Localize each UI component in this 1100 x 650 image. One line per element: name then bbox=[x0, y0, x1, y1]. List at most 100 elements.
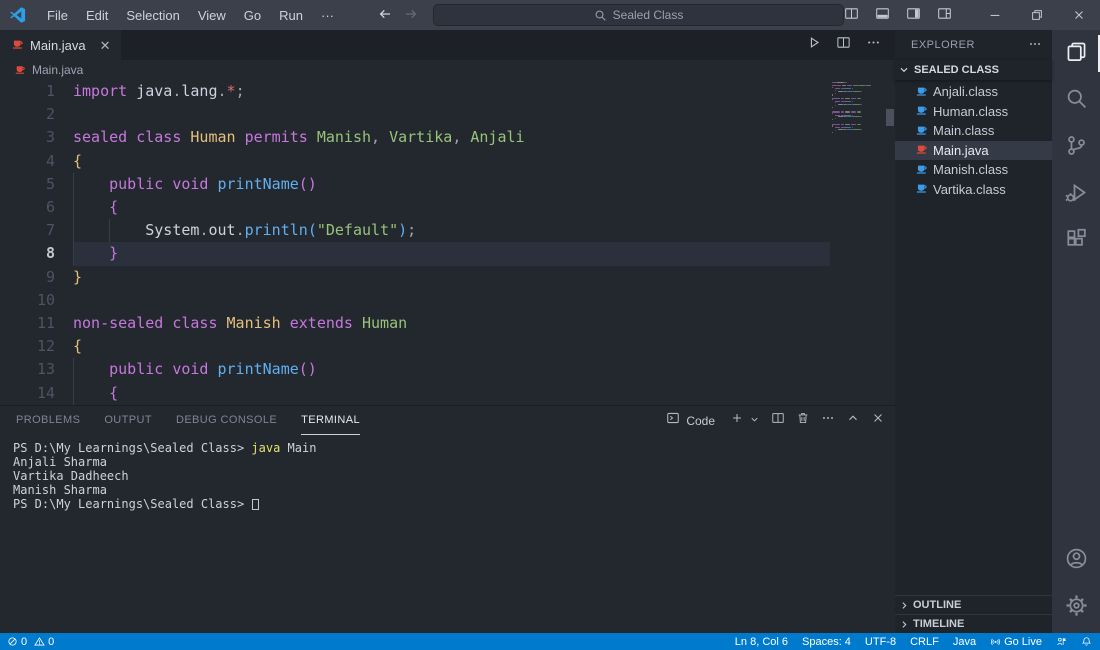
file-item-anjali-class[interactable]: Anjali.class bbox=[895, 82, 1052, 102]
settings-gear-icon bbox=[1065, 594, 1088, 622]
customize-layout-icon[interactable] bbox=[937, 6, 952, 24]
code-editor[interactable]: 1import java.lang.*;23sealed class Human… bbox=[0, 80, 895, 405]
editor-scrollbar[interactable] bbox=[885, 80, 895, 405]
menu-item-edit[interactable]: Edit bbox=[77, 4, 117, 27]
status-cursor-position[interactable]: Ln 8, Col 6 bbox=[735, 636, 788, 648]
file-item-main-java[interactable]: Main.java bbox=[895, 141, 1052, 161]
section-sealed-class[interactable]: SEALED CLASS bbox=[895, 60, 1052, 80]
status-indentation[interactable]: Spaces: 4 bbox=[802, 636, 851, 648]
panel-tab-debug-console[interactable]: DEBUG CONSOLE bbox=[176, 406, 277, 435]
activity-run-debug[interactable] bbox=[1052, 171, 1100, 218]
code-line[interactable]: 9} bbox=[0, 266, 895, 289]
code-line[interactable]: 11non-sealed class Manish extends Human bbox=[0, 312, 895, 335]
panel-tab-problems[interactable]: PROBLEMS bbox=[16, 406, 80, 435]
file-item-human-class[interactable]: Human.class bbox=[895, 102, 1052, 122]
search-placeholder: Sealed Class bbox=[613, 8, 684, 22]
nav-forward-icon[interactable] bbox=[403, 6, 419, 25]
outline-label: OUTLINE bbox=[913, 599, 961, 611]
status-encoding[interactable]: UTF-8 bbox=[865, 636, 896, 648]
status-feedback[interactable] bbox=[1056, 636, 1067, 647]
code-line[interactable]: 4{ bbox=[0, 150, 895, 173]
indent-guide bbox=[73, 173, 74, 196]
close-window-icon[interactable] bbox=[1058, 0, 1100, 30]
code-line[interactable]: 6 { bbox=[0, 196, 895, 219]
line-number: 8 bbox=[0, 242, 55, 265]
code-line[interactable]: 3sealed class Human permits Manish, Vart… bbox=[0, 126, 895, 149]
line-content: System.out.println("Default"); bbox=[73, 219, 416, 242]
line-number: 9 bbox=[0, 266, 55, 289]
menu-item-[interactable]: ··· bbox=[312, 4, 343, 27]
java-class-icon bbox=[915, 162, 928, 178]
code-line[interactable]: 12{ bbox=[0, 335, 895, 358]
tab-main-java[interactable]: Main.java ✕ bbox=[0, 30, 121, 60]
activity-extensions[interactable] bbox=[1052, 218, 1100, 265]
activity-bar bbox=[1052, 30, 1100, 633]
terminal-launch-icon[interactable] bbox=[666, 411, 680, 430]
more-actions-icon[interactable] bbox=[866, 35, 881, 55]
code-line[interactable]: 7 System.out.println("Default"); bbox=[0, 219, 895, 242]
chevron-down-icon bbox=[897, 63, 911, 77]
files-icon bbox=[1065, 40, 1088, 68]
run-icon[interactable] bbox=[806, 35, 821, 55]
menu-item-view[interactable]: View bbox=[189, 4, 235, 27]
toggle-panel-icon[interactable] bbox=[875, 6, 890, 24]
file-item-vartika-class[interactable]: Vartika.class bbox=[895, 180, 1052, 200]
status-eol[interactable]: CRLF bbox=[910, 636, 939, 648]
file-name: Main.class bbox=[933, 123, 994, 138]
terminal-shell-label[interactable]: Code bbox=[686, 414, 715, 428]
minimap[interactable] bbox=[830, 82, 885, 152]
section-outline[interactable]: OUTLINE bbox=[895, 595, 1052, 614]
terminal-cursor[interactable] bbox=[252, 499, 259, 510]
explorer-sidebar: EXPLORER SEALED CLASS Anjali.classHuman.… bbox=[895, 30, 1052, 633]
activity-explorer[interactable] bbox=[1052, 30, 1100, 77]
close-panel-icon[interactable] bbox=[871, 411, 885, 430]
terminal-line: PS D:\My Learnings\Sealed Class> java Ma… bbox=[13, 442, 895, 456]
chevron-down-icon[interactable] bbox=[749, 412, 760, 430]
titlebar: FileEditSelectionViewGoRun··· Sealed Cla… bbox=[0, 0, 1100, 30]
status-problems[interactable]: 0 0 bbox=[7, 636, 54, 648]
code-line[interactable]: 10 bbox=[0, 289, 895, 312]
activity-account[interactable] bbox=[1052, 537, 1100, 584]
panel-tab-output[interactable]: OUTPUT bbox=[104, 406, 152, 435]
nav-back-icon[interactable] bbox=[377, 6, 393, 25]
more-actions-icon[interactable] bbox=[1028, 37, 1042, 54]
file-name: Vartika.class bbox=[933, 182, 1006, 197]
breadcrumb[interactable]: Main.java bbox=[0, 60, 895, 80]
code-line[interactable]: 8 } bbox=[0, 242, 895, 265]
code-line[interactable]: 5 public void printName() bbox=[0, 173, 895, 196]
kill-terminal-icon[interactable] bbox=[796, 411, 810, 430]
code-line[interactable]: 14 { bbox=[0, 382, 895, 405]
restore-window-icon[interactable] bbox=[1016, 0, 1058, 30]
menu-item-selection[interactable]: Selection bbox=[117, 4, 188, 27]
file-item-manish-class[interactable]: Manish.class bbox=[895, 160, 1052, 180]
menu-item-run[interactable]: Run bbox=[270, 4, 312, 27]
minimize-icon[interactable] bbox=[974, 0, 1016, 30]
more-actions-icon[interactable] bbox=[821, 411, 835, 430]
tab-close-icon[interactable]: ✕ bbox=[100, 39, 111, 52]
split-editor-icon[interactable] bbox=[844, 6, 859, 24]
menu-item-file[interactable]: File bbox=[38, 4, 77, 27]
split-terminal-icon[interactable] bbox=[771, 411, 785, 430]
code-line[interactable]: 1import java.lang.*; bbox=[0, 80, 895, 103]
menu-item-go[interactable]: Go bbox=[235, 4, 270, 27]
terminal-output[interactable]: PS D:\My Learnings\Sealed Class> java Ma… bbox=[0, 435, 895, 633]
activity-source-control[interactable] bbox=[1052, 124, 1100, 171]
toggle-sidebar-icon[interactable] bbox=[906, 6, 921, 24]
new-terminal-icon[interactable] bbox=[730, 411, 744, 430]
scrollbar-thumb[interactable] bbox=[886, 109, 894, 126]
file-item-main-class[interactable]: Main.class bbox=[895, 121, 1052, 141]
status-go-live[interactable]: Go Live bbox=[990, 636, 1042, 648]
activity-search[interactable] bbox=[1052, 77, 1100, 124]
maximize-panel-icon[interactable] bbox=[846, 411, 860, 430]
source-control-icon bbox=[1065, 134, 1088, 162]
status-language[interactable]: Java bbox=[953, 636, 976, 648]
code-line[interactable]: 2 bbox=[0, 103, 895, 126]
activity-settings[interactable] bbox=[1052, 584, 1100, 631]
command-center-search[interactable]: Sealed Class bbox=[433, 4, 844, 26]
line-number: 6 bbox=[0, 196, 55, 219]
section-timeline[interactable]: TIMELINE bbox=[895, 614, 1052, 633]
code-line[interactable]: 13 public void printName() bbox=[0, 358, 895, 381]
split-editor-icon[interactable] bbox=[836, 35, 851, 55]
panel-tab-terminal[interactable]: TERMINAL bbox=[301, 406, 360, 435]
status-notifications[interactable] bbox=[1081, 636, 1092, 647]
